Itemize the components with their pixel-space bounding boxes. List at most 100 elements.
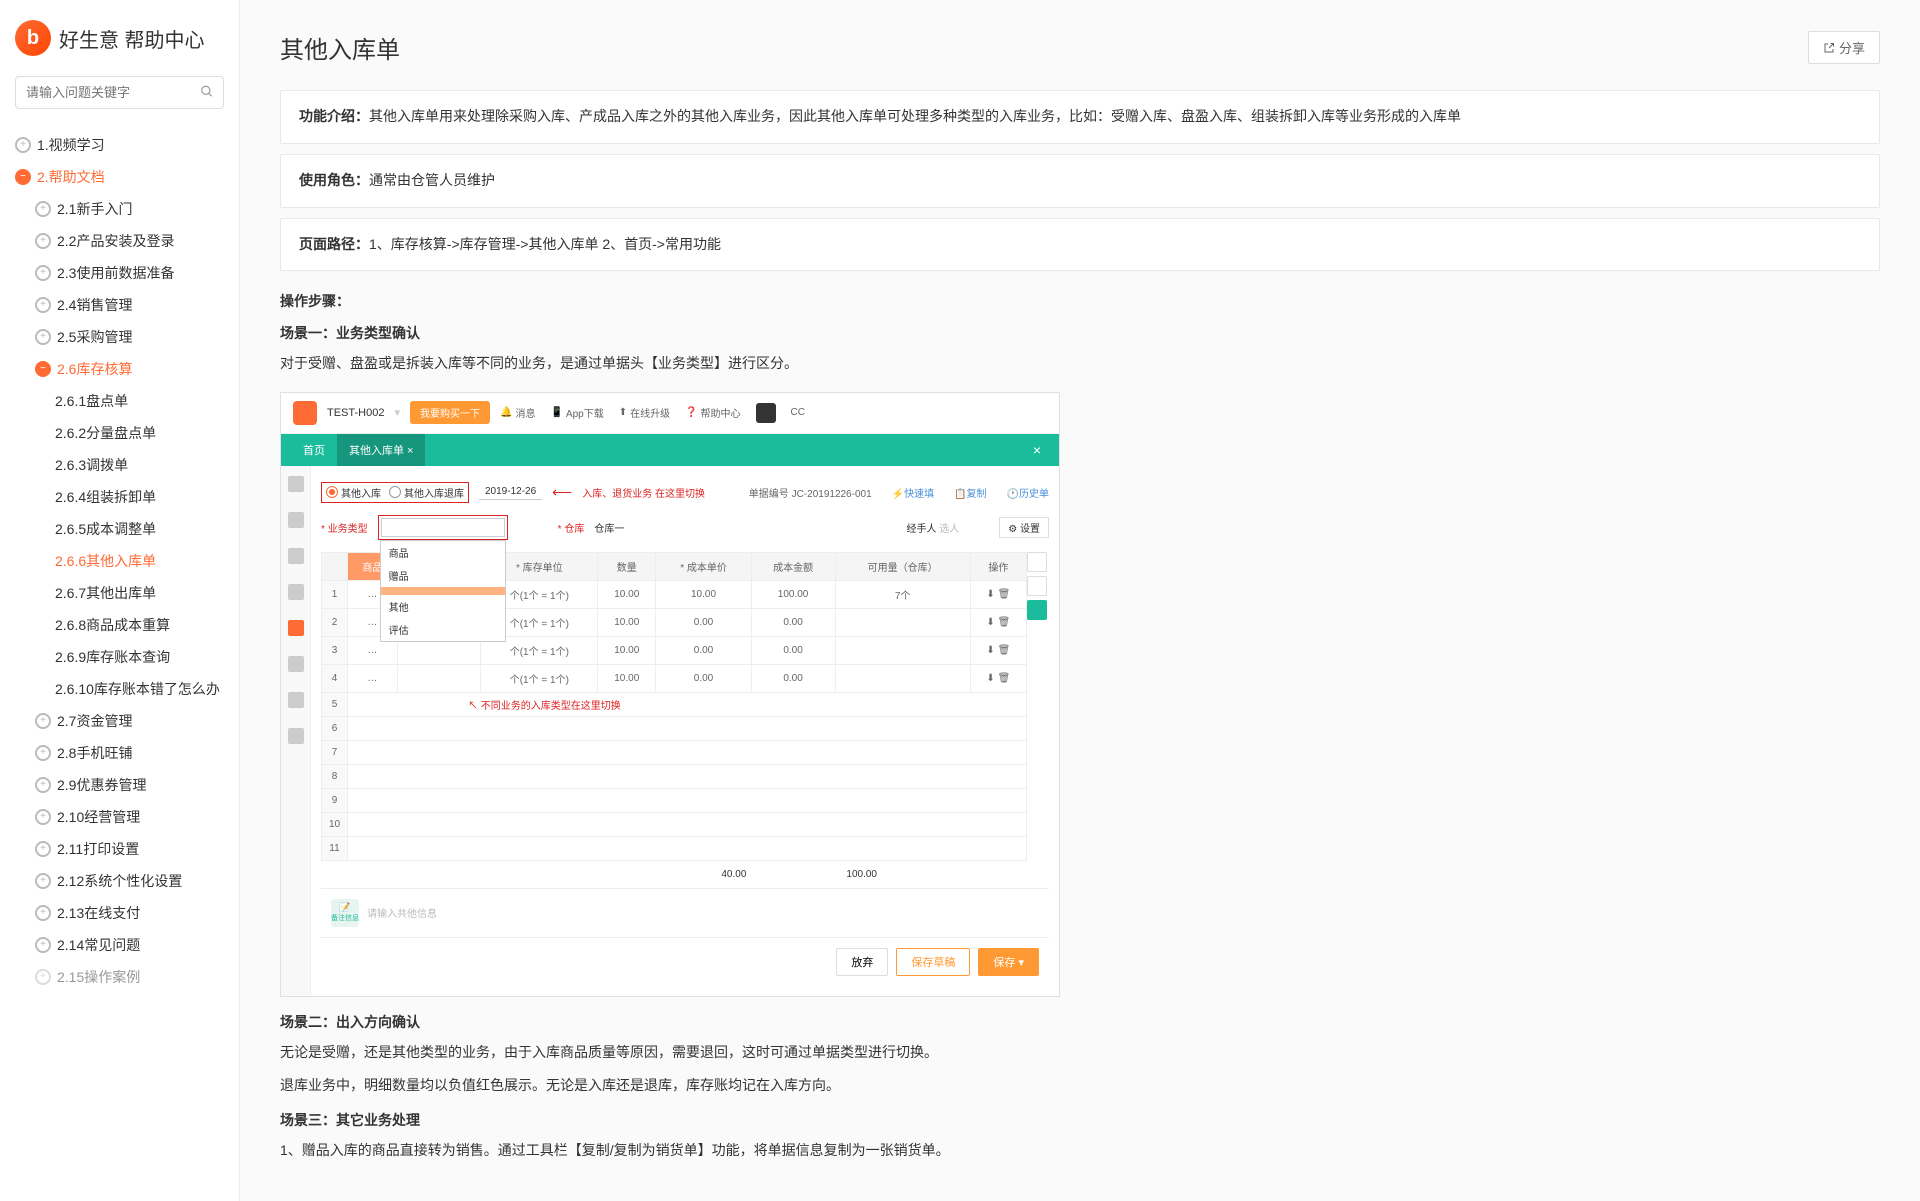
ss-nav-icon xyxy=(288,656,304,672)
page-title: 其他入库单 xyxy=(280,30,400,65)
nav-sub-25[interactable]: 2.5采购管理 xyxy=(15,321,224,353)
nav-sub-22[interactable]: 2.2产品安装及登录 xyxy=(15,225,224,257)
plus-icon xyxy=(15,137,31,153)
plus-icon xyxy=(35,873,51,889)
ss-dd-item: 赠品 xyxy=(381,564,505,587)
nav-262[interactable]: 2.6.2分量盘点单 xyxy=(15,417,224,449)
role-label: 使用角色： xyxy=(299,172,369,188)
nav-sub-211[interactable]: 2.11打印设置 xyxy=(15,833,224,865)
ss-footer: 放弃 保存草稿 保存 ▾ xyxy=(321,937,1049,986)
ss-dd-item: 商品 xyxy=(381,541,505,564)
nav-sub-26[interactable]: 2.6库存核算 xyxy=(15,353,224,385)
ss-sidebar xyxy=(281,466,311,996)
logo[interactable]: b 好生意 帮助中心 xyxy=(15,20,224,56)
ss-company: TEST-H002 xyxy=(327,407,384,419)
nav-269[interactable]: 2.6.9库存账本查询 xyxy=(15,641,224,673)
scene3-text: 1、赠品入库的商品直接转为销售。通过工具栏【复制/复制为销货单】功能，将单据信息… xyxy=(280,1138,1880,1163)
minus-icon xyxy=(15,169,31,185)
plus-icon xyxy=(35,937,51,953)
ss-remark-icon: 📝备注信息 xyxy=(331,899,359,927)
nav-2610[interactable]: 2.6.10库存账本错了怎么办 xyxy=(15,673,224,705)
nav-268[interactable]: 2.6.8商品成本重算 xyxy=(15,609,224,641)
nav-sub-21[interactable]: 2.1新手入门 xyxy=(15,193,224,225)
nav-264[interactable]: 2.6.4组装拆卸单 xyxy=(15,481,224,513)
ss-remark-input: 请输入共他信息 xyxy=(367,905,1039,920)
plus-icon xyxy=(35,233,51,249)
scene2-text1: 无论是受赠，还是其他类型的业务，由于入库商品质量等原因，需要退回，这时可通过单据… xyxy=(280,1040,1880,1065)
ss-dropdown-list: 商品 赠品 其他 评估 xyxy=(380,540,506,642)
content-section: 操作步骤： 场景一：业务类型确认 对于受赠、盘盈或是拆装入库等不同的业务，是通过… xyxy=(280,291,1880,1163)
ss-cancel-btn: 放弃 xyxy=(836,948,888,976)
nav-sub-214[interactable]: 2.14常见问题 xyxy=(15,929,224,961)
intro-text: 其他入库单用来处理除采购入库、产成品入库之外的其他入库业务，因此其他入库单可处理… xyxy=(369,108,1461,124)
ss-wh-label: * 仓库 xyxy=(558,520,585,535)
nav-sub-27[interactable]: 2.7资金管理 xyxy=(15,705,224,737)
nav-sub-210[interactable]: 2.10经营管理 xyxy=(15,801,224,833)
nav-sub-24[interactable]: 2.4销售管理 xyxy=(15,289,224,321)
scene2-title: 场景二：出入方向确认 xyxy=(280,1012,1880,1032)
plus-icon xyxy=(35,905,51,921)
ss-total-qty: 40.00 xyxy=(721,869,746,880)
ss-dd-item: 其他 xyxy=(381,595,505,618)
ss-nav-icon xyxy=(288,728,304,744)
nav-267[interactable]: 2.6.7其他出库单 xyxy=(15,577,224,609)
plus-icon xyxy=(35,297,51,313)
ss-draft-btn: 保存草稿 xyxy=(896,948,970,976)
ss-buy-button: 我要购买一下 xyxy=(410,401,490,424)
sidebar: b 好生意 帮助中心 1.视频学习 2.帮助文档 2.1新手入门 2.2产品安装… xyxy=(0,0,240,1201)
path-text: 1、库存核算->库存管理->其他入库单 2、首页->常用功能 xyxy=(369,236,721,252)
share-button[interactable]: 分享 xyxy=(1808,31,1880,64)
ss-quick: ⚡快速填 xyxy=(892,485,934,500)
nav-sub-213[interactable]: 2.13在线支付 xyxy=(15,897,224,929)
ss-tab-form: 其他入库单 × xyxy=(337,434,425,466)
scene1-title: 场景一：业务类型确认 xyxy=(280,323,1880,343)
nav-265[interactable]: 2.6.5成本调整单 xyxy=(15,513,224,545)
ss-user: CC xyxy=(791,407,805,418)
main-content: 其他入库单 分享 功能介绍：其他入库单用来处理除采购入库、产成品入库之外的其他入… xyxy=(240,0,1920,1201)
scene1-text: 对于受赠、盘盈或是拆装入库等不同的业务，是通过单据头【业务类型】进行区分。 xyxy=(280,351,1880,376)
nav-sub-28[interactable]: 2.8手机旺铺 xyxy=(15,737,224,769)
ss-wh-val: 仓库一 xyxy=(594,520,624,535)
nav-sub-215[interactable]: 2.15操作案例 xyxy=(15,961,224,993)
path-label: 页面路径： xyxy=(299,236,369,252)
search-input[interactable] xyxy=(15,76,224,109)
ss-logo-icon xyxy=(293,401,317,425)
nav-261[interactable]: 2.6.1盘点单 xyxy=(15,385,224,417)
ss-dd-item xyxy=(381,587,505,595)
ss-totals: 40.00 100.00 xyxy=(321,861,1027,888)
ss-date: 2019-12-26 xyxy=(479,484,542,500)
ss-type-switch: 其他入库 其他入库退库 xyxy=(321,482,469,503)
plus-icon xyxy=(35,329,51,345)
ss-radio1: 其他入库 xyxy=(326,485,381,500)
ss-nav-icon xyxy=(288,692,304,708)
embedded-screenshot: TEST-H002 ▾ 我要购买一下 🔔 消息 📱 App下载 ⬆ 在线升级 ❓… xyxy=(280,392,1060,997)
page-header: 其他入库单 分享 xyxy=(280,30,1880,65)
ss-dropdown: 商品 赠品 其他 评估 xyxy=(378,515,508,540)
intro-label: 功能介绍： xyxy=(299,108,369,124)
plus-icon xyxy=(35,265,51,281)
nav-sub-23[interactable]: 2.3使用前数据准备 xyxy=(15,257,224,289)
ss-header-right: 🔔 消息 📱 App下载 ⬆ 在线升级 ❓ 帮助中心 CC xyxy=(500,403,805,423)
ss-msg: 🔔 消息 xyxy=(500,405,535,420)
share-icon xyxy=(1823,42,1835,54)
ss-nav-icon xyxy=(288,620,304,636)
plus-icon xyxy=(35,841,51,857)
nav-sub-212[interactable]: 2.12系统个性化设置 xyxy=(15,865,224,897)
minus-icon xyxy=(35,361,51,377)
nav-263[interactable]: 2.6.3调拨单 xyxy=(15,449,224,481)
nav-top-1[interactable]: 1.视频学习 xyxy=(15,129,224,161)
ss-setting-btn: ⚙ 设置 xyxy=(999,517,1049,538)
plus-icon xyxy=(35,201,51,217)
nav-266[interactable]: 2.6.6其他入库单 xyxy=(15,545,224,577)
ss-close-icon: × xyxy=(1025,434,1049,466)
nav-sub-29[interactable]: 2.9优惠券管理 xyxy=(15,769,224,801)
ss-tool-icon xyxy=(1027,576,1047,596)
ss-tool-icon xyxy=(1027,600,1047,620)
logo-text: 好生意 帮助中心 xyxy=(59,24,205,53)
scene3-title: 场景三：其它业务处理 xyxy=(280,1110,1880,1130)
ss-upgrade: ⬆ 在线升级 xyxy=(619,405,670,420)
ss-radio2: 其他入库退库 xyxy=(389,485,464,500)
plus-icon xyxy=(35,745,51,761)
nav-top-2[interactable]: 2.帮助文档 xyxy=(15,161,224,193)
scene2-text2: 退库业务中，明细数量均以负值红色展示。无论是入库还是退库，库存账均记在入库方向。 xyxy=(280,1073,1880,1098)
